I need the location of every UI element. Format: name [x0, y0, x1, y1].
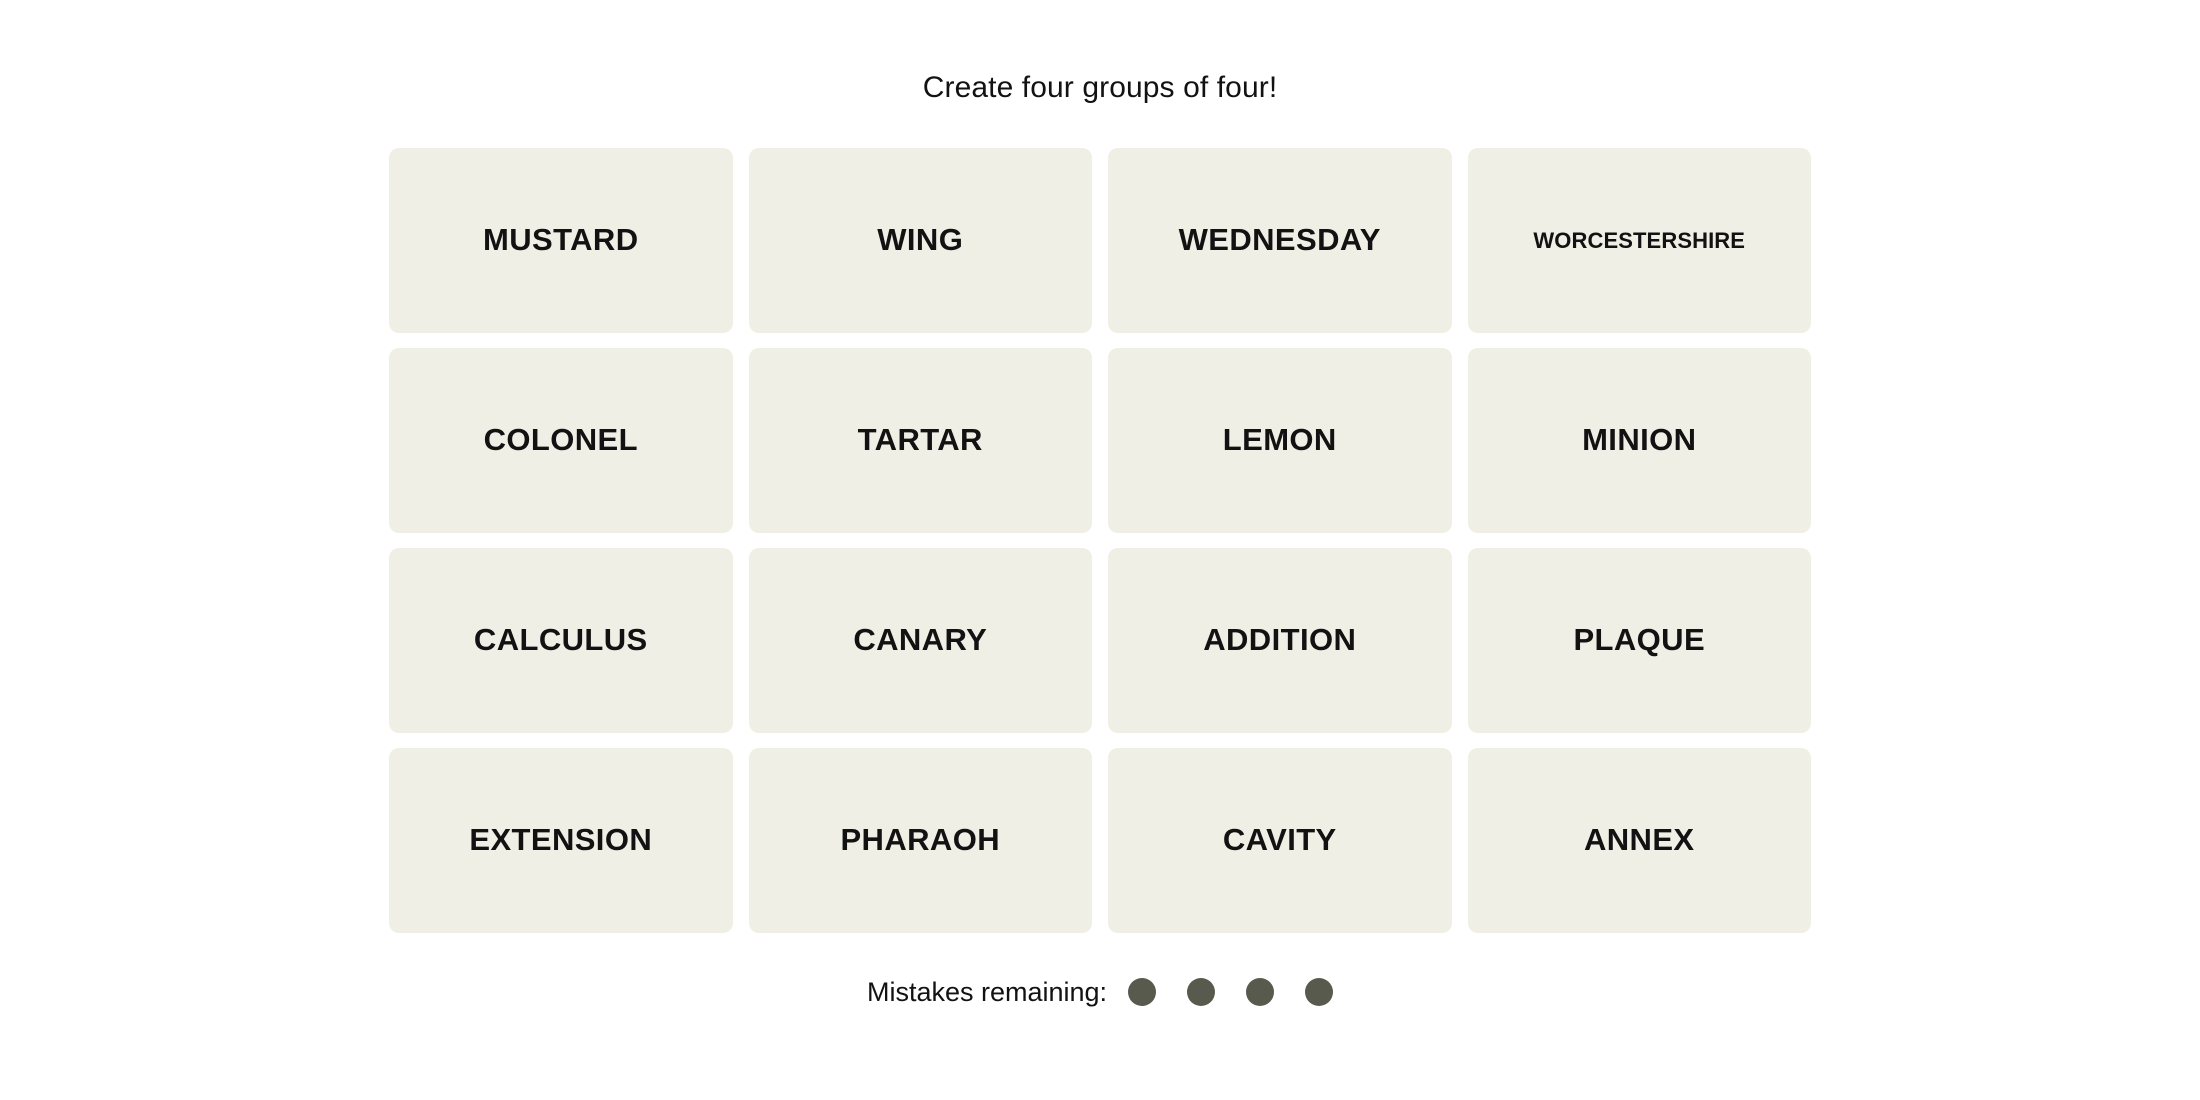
- word-tile-label: MINION: [1582, 422, 1697, 458]
- word-tile-label: WORCESTERSHIRE: [1533, 227, 1746, 253]
- word-tile-label: ADDITION: [1203, 622, 1357, 658]
- word-tile[interactable]: CALCULUS: [389, 548, 733, 733]
- word-tile-label: TARTAR: [857, 422, 983, 458]
- mistake-dot: [1246, 978, 1275, 1006]
- word-tile[interactable]: MINION: [1467, 348, 1811, 533]
- word-tile[interactable]: EXTENSION: [389, 748, 733, 933]
- word-tile-label: CAVITY: [1222, 822, 1337, 858]
- word-tile-label: PHARAOH: [840, 822, 1001, 858]
- word-tile[interactable]: WORCESTERSHIRE: [1467, 148, 1811, 333]
- mistakes-dots: [1128, 978, 1334, 1006]
- word-tile[interactable]: PHARAOH: [748, 748, 1092, 933]
- word-tile[interactable]: ANNEX: [1467, 748, 1811, 933]
- word-tile-label: CALCULUS: [473, 622, 648, 658]
- word-tile-label: EXTENSION: [469, 822, 653, 858]
- mistake-dot: [1187, 978, 1216, 1006]
- mistakes-remaining: Mistakes remaining:: [866, 976, 1334, 1007]
- word-tile[interactable]: LEMON: [1108, 348, 1452, 533]
- word-tile-label: WEDNESDAY: [1178, 222, 1381, 258]
- connections-game-page: Create four groups of four! MUSTARD WING…: [0, 0, 2200, 1100]
- word-tile[interactable]: MUSTARD: [389, 148, 733, 333]
- word-tile[interactable]: ADDITION: [1108, 548, 1452, 733]
- word-tile-label: ANNEX: [1583, 822, 1695, 858]
- word-tile-label: LEMON: [1222, 422, 1337, 458]
- word-tile[interactable]: TARTAR: [748, 348, 1092, 533]
- word-tile[interactable]: WEDNESDAY: [1108, 148, 1452, 333]
- mistake-dot: [1305, 978, 1334, 1006]
- word-tile-label: WING: [877, 222, 964, 258]
- word-tile[interactable]: COLONEL: [389, 348, 733, 533]
- word-tile[interactable]: PLAQUE: [1467, 548, 1811, 733]
- page-title: Create four groups of four!: [922, 71, 1278, 104]
- word-tile-label: PLAQUE: [1573, 622, 1706, 658]
- word-grid: MUSTARD WING WEDNESDAY WORCESTERSHIRE CO…: [389, 148, 1811, 933]
- word-tile-label: COLONEL: [483, 422, 638, 458]
- word-tile-label: MUSTARD: [483, 222, 639, 258]
- mistake-dot: [1128, 978, 1157, 1006]
- word-tile[interactable]: WING: [748, 148, 1092, 333]
- word-tile[interactable]: CANARY: [748, 548, 1092, 733]
- mistakes-remaining-label: Mistakes remaining:: [866, 976, 1108, 1007]
- word-tile[interactable]: CAVITY: [1108, 748, 1452, 933]
- word-tile-label: CANARY: [853, 622, 988, 658]
